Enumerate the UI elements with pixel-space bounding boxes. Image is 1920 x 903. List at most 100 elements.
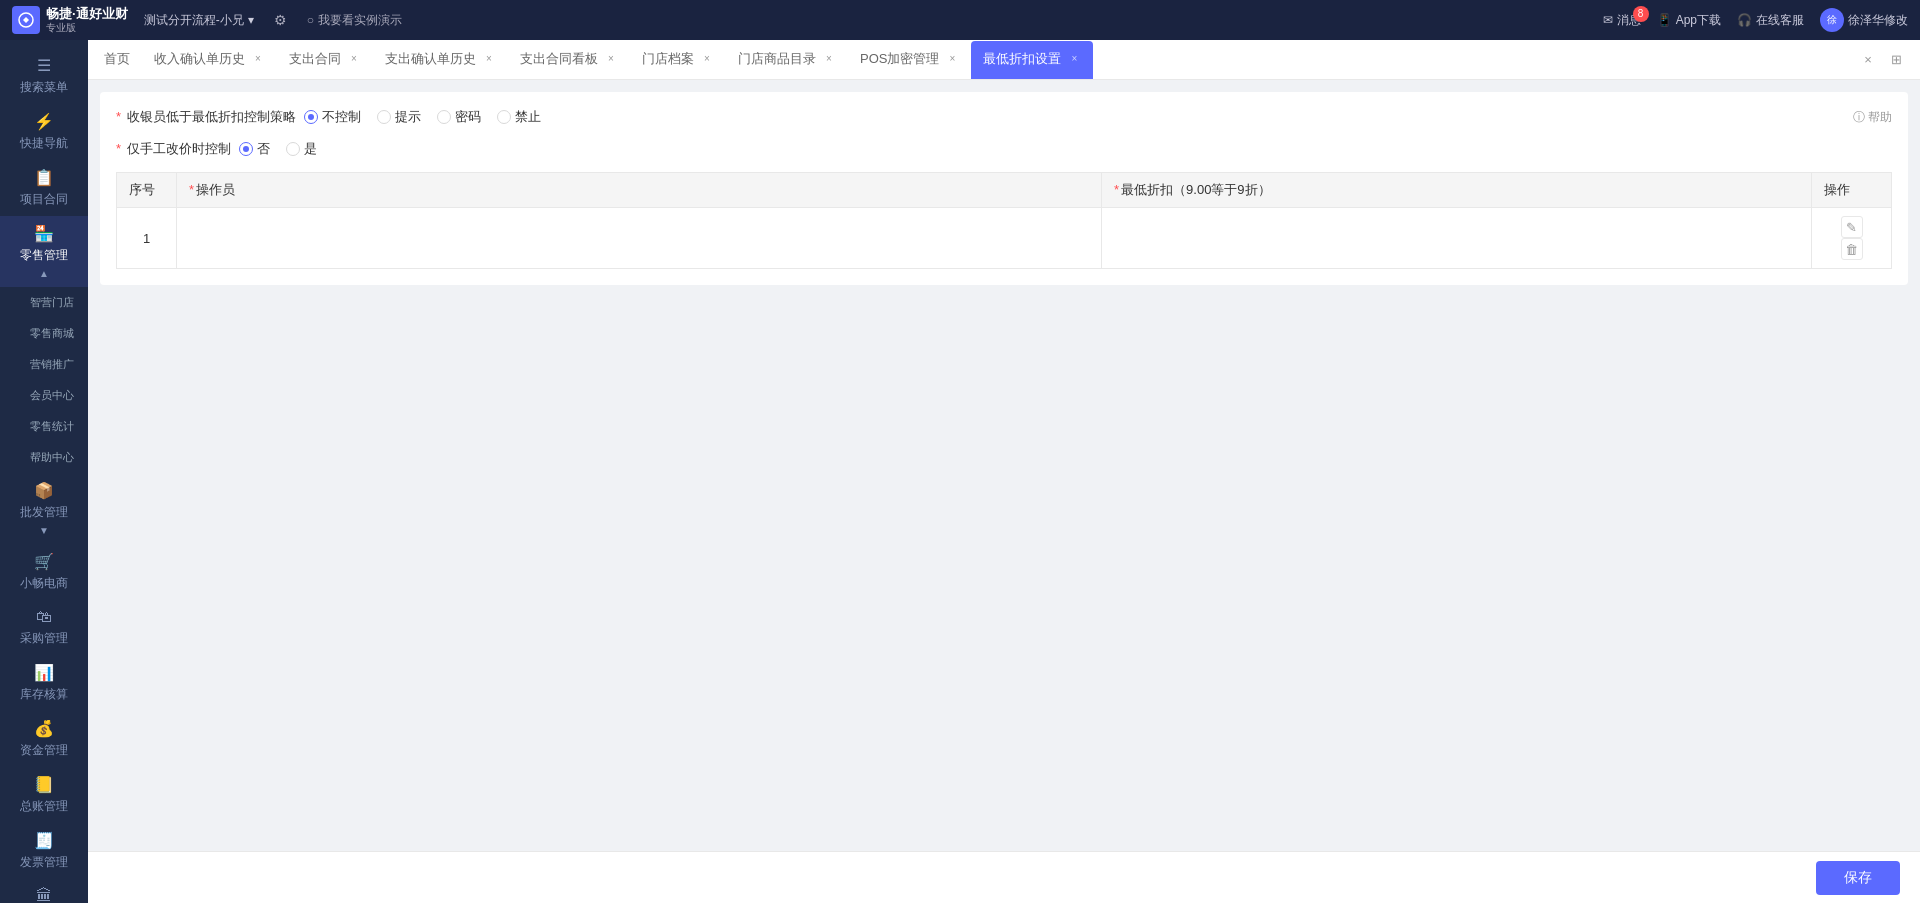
sidebar-item-ecommerce[interactable]: 🛒 小畅电商 (0, 544, 88, 600)
headset-icon: 🎧 (1737, 13, 1752, 27)
topbar: 畅捷·通好业财 专业版 测试分开流程-小兄 ▾ ⚙ ○ 我要看实例演示 ✉ 消息… (0, 0, 1920, 40)
radio-forbid[interactable]: 禁止 (497, 108, 541, 126)
app-icon: 📱 (1657, 13, 1672, 27)
tab-payment-contract-board-close[interactable]: × (604, 52, 618, 66)
sidebar-item-search-menu[interactable]: ☰ 搜索菜单 (0, 48, 88, 104)
topbar-settings-button[interactable]: ⚙ (270, 8, 291, 32)
sidebar-item-retail-mall[interactable]: 零售商城 (0, 318, 88, 349)
tab-home[interactable]: 首页 (92, 41, 142, 79)
sidebar-label-retail-mgmt: 零售管理 (20, 247, 68, 264)
tab-bar: 首页 收入确认单历史 × 支出合同 × 支出确认单历史 × 支出合同看板 × 门… (88, 40, 1920, 80)
tab-store-product-catalog-label: 门店商品目录 (738, 50, 816, 68)
sidebar-item-smart-store[interactable]: 智营门店 (0, 287, 88, 318)
sidebar-label-batch-mgmt: 批发管理 (20, 504, 68, 521)
tab-store-product-catalog[interactable]: 门店商品目录 × (726, 41, 848, 79)
tab-payment-contract-close[interactable]: × (347, 52, 361, 66)
save-button[interactable]: 保存 (1816, 861, 1900, 895)
page-content: * 收银员低于最低折扣控制策略 不控制 提示 (88, 80, 1920, 851)
sidebar-item-quick-nav[interactable]: ⚡ 快捷导航 (0, 104, 88, 160)
radio-no-control[interactable]: 不控制 (304, 108, 361, 126)
sidebar-item-batch-mgmt[interactable]: 📦 批发管理 ▼ (0, 473, 88, 544)
sidebar-item-sales-promo[interactable]: 营销推广 (0, 349, 88, 380)
batch-expand-icon: ▼ (39, 525, 49, 536)
discount-strategy-radio-group: 不控制 提示 密码 禁止 (304, 108, 541, 126)
demo-link-label: 我要看实例演示 (318, 12, 402, 29)
demo-link[interactable]: ○ 我要看实例演示 (307, 12, 402, 29)
batch-mgmt-icon: 📦 (34, 481, 54, 500)
tab-min-discount-settings-close[interactable]: × (1067, 52, 1081, 66)
sidebar-item-retail-stats[interactable]: 零售统计 (0, 411, 88, 442)
sidebar-label-sales-promo: 营销推广 (30, 357, 74, 372)
inventory-icon: 📊 (34, 663, 54, 682)
sidebar-label-member-center: 会员中心 (30, 388, 74, 403)
th-seq: 序号 (117, 173, 177, 208)
radio-manual-yes-label: 是 (304, 140, 317, 158)
radio-forbid-circle (497, 110, 511, 124)
radio-no-control-circle (304, 110, 318, 124)
sidebar-item-fund-mgmt[interactable]: 💰 资金管理 (0, 711, 88, 767)
tab-payment-contract-label: 支出合同 (289, 50, 341, 68)
tab-payment-confirm-history-close[interactable]: × (482, 52, 496, 66)
tab-payment-contract[interactable]: 支出合同 × (277, 41, 373, 79)
project-selector[interactable]: 测试分开流程-小兄 ▾ (136, 8, 262, 33)
manual-price-control-row: * 仅手工改价时控制 否 是 (116, 140, 1892, 158)
invoice-icon: 🧾 (34, 831, 54, 850)
tab-income-confirm-history-close[interactable]: × (251, 52, 265, 66)
content-area: 首页 收入确认单历史 × 支出合同 × 支出确认单历史 × 支出合同看板 × 门… (88, 40, 1920, 903)
help-label: 帮助 (1868, 109, 1892, 126)
app-download-button[interactable]: 📱 App下载 (1657, 12, 1721, 29)
topbar-right: ✉ 消息 8 📱 App下载 🎧 在线客服 徐 徐泽华修改 (1603, 8, 1908, 32)
sidebar-label-help-center: 帮助中心 (30, 450, 74, 465)
quick-nav-icon: ⚡ (34, 112, 54, 131)
tab-close-current-button[interactable]: × (1856, 48, 1880, 72)
sidebar-item-purchase-mgmt[interactable]: 🛍 采购管理 (0, 600, 88, 655)
sidebar-item-inventory-calc[interactable]: 📊 库存核算 (0, 655, 88, 711)
sidebar-item-help-center[interactable]: 帮助中心 (0, 442, 88, 473)
messages-button[interactable]: ✉ 消息 8 (1603, 12, 1641, 29)
user-button[interactable]: 徐 徐泽华修改 (1820, 8, 1908, 32)
tab-expand-button[interactable]: ⊞ (1884, 48, 1908, 72)
table-container: 序号 *操作员 *最低折扣（9.00等于9折） 操作 (116, 172, 1892, 269)
radio-manual-no[interactable]: 否 (239, 140, 270, 158)
radio-password[interactable]: 密码 (437, 108, 481, 126)
help-button[interactable]: ⓘ 帮助 (1853, 109, 1892, 126)
tab-store-files[interactable]: 门店档案 × (630, 41, 726, 79)
th-min-discount: *最低折扣（9.00等于9折） (1102, 173, 1812, 208)
sidebar-item-invoice-mgmt[interactable]: 🧾 发票管理 (0, 823, 88, 879)
sidebar-item-retail-mgmt[interactable]: 🏪 零售管理 ▲ (0, 216, 88, 287)
tab-payment-contract-board[interactable]: 支出合同看板 × (508, 41, 630, 79)
logo-area: 畅捷·通好业财 专业版 (12, 6, 128, 34)
sidebar-item-member-center[interactable]: 会员中心 (0, 380, 88, 411)
row-edit-button[interactable]: ✎ (1841, 216, 1863, 238)
row-delete-button[interactable]: 🗑 (1841, 238, 1863, 260)
user-name: 徐泽华修改 (1848, 12, 1908, 29)
cell-operator-1 (177, 208, 1102, 269)
project-contract-icon: 📋 (34, 168, 54, 187)
discount-strategy-label: * 收银员低于最低折扣控制策略 (116, 108, 296, 126)
message-icon: ✉ (1603, 13, 1613, 27)
tab-store-product-catalog-close[interactable]: × (822, 52, 836, 66)
sidebar-item-tax-mgmt[interactable]: 🏛 税务管理 (0, 879, 88, 903)
radio-remind[interactable]: 提示 (377, 108, 421, 126)
tab-income-confirm-history[interactable]: 收入确认单历史 × (142, 41, 277, 79)
online-service-button[interactable]: 🎧 在线客服 (1737, 12, 1804, 29)
tab-pos-password-mgmt-close[interactable]: × (945, 52, 959, 66)
cell-discount-1 (1102, 208, 1812, 269)
tab-payment-confirm-history[interactable]: 支出确认单历史 × (373, 41, 508, 79)
tab-income-confirm-history-label: 收入确认单历史 (154, 50, 245, 68)
radio-manual-yes[interactable]: 是 (286, 140, 317, 158)
tab-store-files-close[interactable]: × (700, 52, 714, 66)
tab-pos-password-mgmt[interactable]: POS加密管理 × (848, 41, 971, 79)
bottom-bar: 保存 (88, 851, 1920, 903)
retail-expand-icon: ▲ (39, 268, 49, 279)
sidebar-label-fund-mgmt: 资金管理 (20, 742, 68, 759)
sidebar-item-project-contract[interactable]: 📋 项目合同 (0, 160, 88, 216)
th-operator: *操作员 (177, 173, 1102, 208)
sidebar-label-ledger-mgmt: 总账管理 (20, 798, 68, 815)
logo-main: 畅捷·通好业财 (46, 6, 128, 22)
manual-price-control-label: * 仅手工改价时控制 (116, 140, 231, 158)
sidebar-item-ledger-mgmt[interactable]: 📒 总账管理 (0, 767, 88, 823)
sidebar-label-quick-nav: 快捷导航 (20, 135, 68, 152)
tab-min-discount-settings[interactable]: 最低折扣设置 × (971, 41, 1093, 79)
logo-text: 畅捷·通好业财 专业版 (46, 6, 128, 34)
